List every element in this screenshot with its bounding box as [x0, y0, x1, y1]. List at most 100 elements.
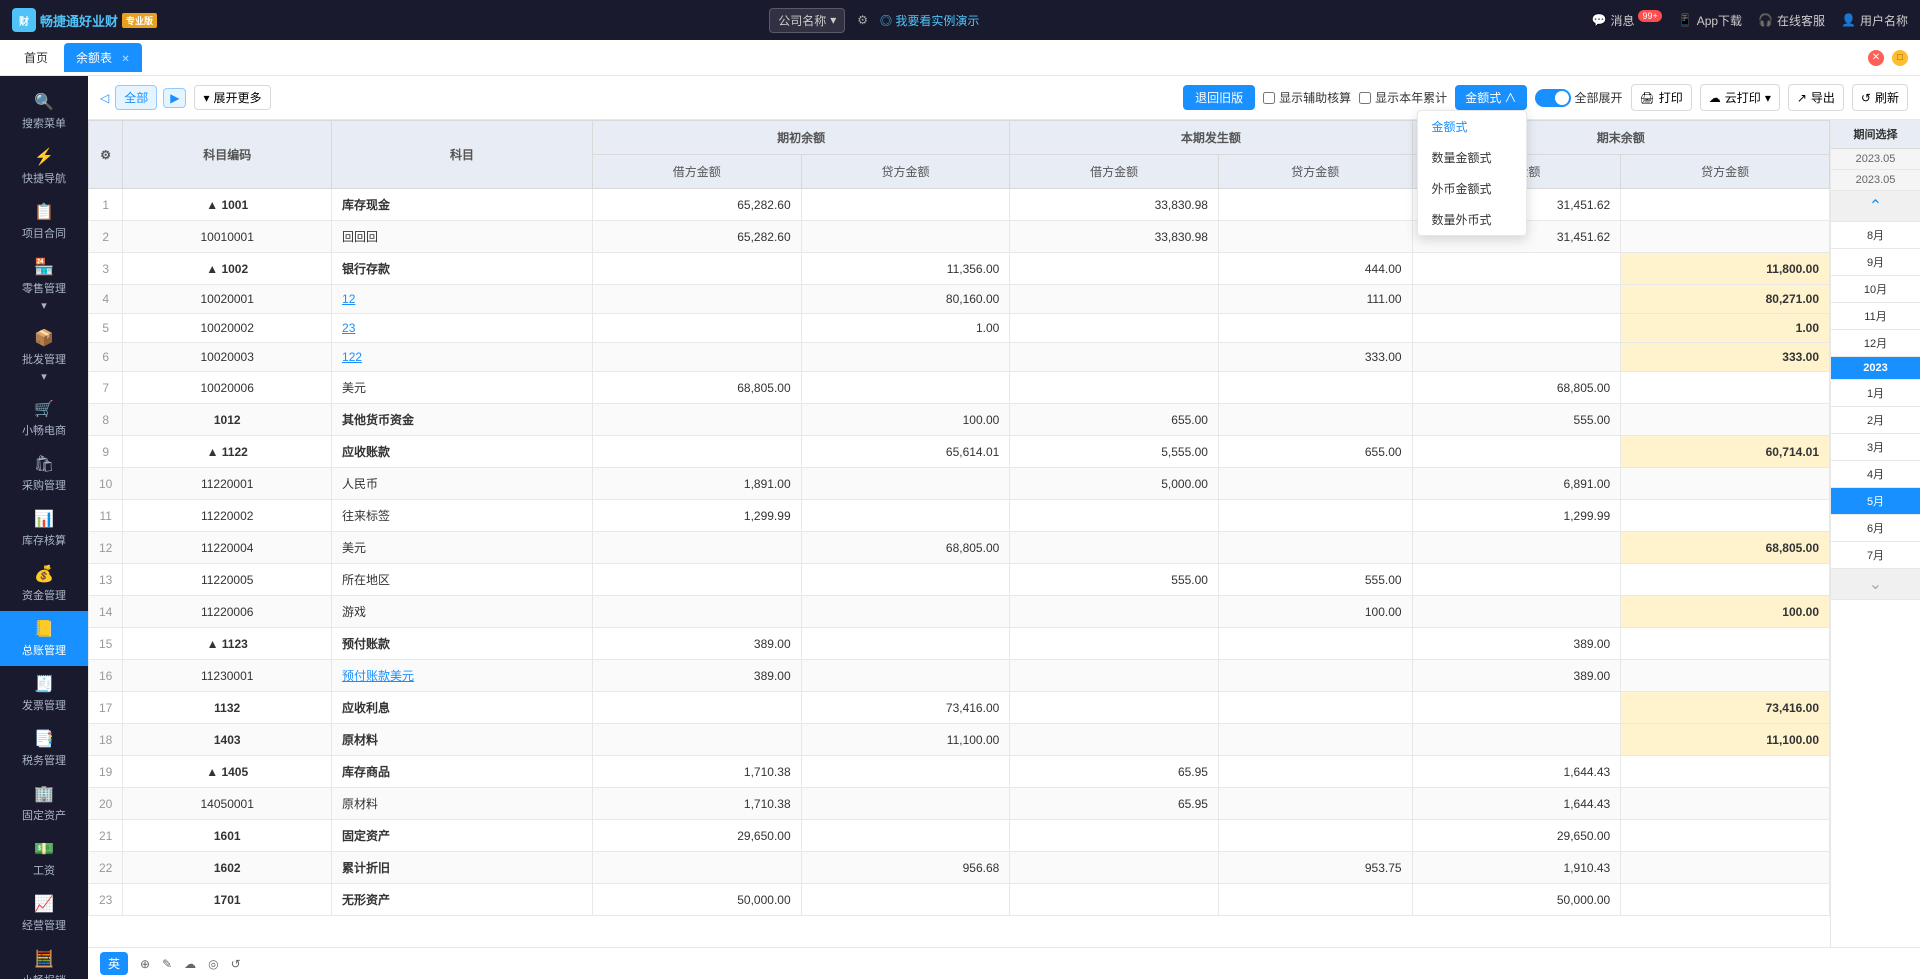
- sidebar-item-inventory[interactable]: 📊 库存核算: [0, 501, 88, 556]
- cloud-btn[interactable]: ☁: [184, 957, 196, 971]
- message-btn[interactable]: 💬 消息 99+: [1592, 12, 1662, 29]
- filter-right-arrow-icon[interactable]: ▶: [163, 88, 186, 108]
- table-row-cell: [1010, 692, 1219, 724]
- back-old-btn[interactable]: 退回旧版: [1183, 85, 1255, 110]
- expand-more-btn[interactable]: ▾ 展开更多: [194, 85, 270, 110]
- annual-checkbox[interactable]: [1359, 92, 1371, 104]
- table-row-no: 3: [89, 253, 123, 285]
- table-row-cell: [1412, 285, 1621, 314]
- sidebar-item-assets[interactable]: 🏢 固定资产: [0, 776, 88, 831]
- table-row-cell: [1621, 660, 1830, 692]
- sidebar-item-retail[interactable]: 🏪 零售管理 ▾: [0, 249, 88, 320]
- table-row-cell: [1218, 692, 1412, 724]
- message-icon: 💬: [1592, 13, 1607, 27]
- undo-btn[interactable]: ↺: [231, 957, 241, 971]
- format-option-amount[interactable]: 金额式: [1418, 111, 1526, 142]
- refresh-btn[interactable]: ↺ 刷新: [1852, 84, 1908, 111]
- sidebar-item-salary[interactable]: 💵 工资: [0, 831, 88, 886]
- service-btn[interactable]: 🎧 在线客服: [1758, 12, 1825, 29]
- sidebar-item-purchase[interactable]: 🛍 采购管理: [0, 446, 88, 501]
- table-row-cell: 65,614.01: [801, 436, 1010, 468]
- sidebar-item-ledger[interactable]: 📒 总账管理: [0, 611, 88, 666]
- table-row-subject: 原材料: [332, 788, 593, 820]
- period-12[interactable]: 12月: [1831, 330, 1920, 357]
- period-nav-down[interactable]: ⌄: [1831, 569, 1920, 600]
- circle-btn[interactable]: ◎: [208, 957, 218, 971]
- company-select[interactable]: 公司名称 ▾: [769, 8, 845, 33]
- table-row-subject: 原材料: [332, 724, 593, 756]
- table-row-subject: 游戏: [332, 596, 593, 628]
- period-3[interactable]: 3月: [1831, 434, 1920, 461]
- wholesale-icon: 📦: [34, 328, 54, 348]
- sidebar-item-search[interactable]: 🔍 搜索菜单: [0, 84, 88, 139]
- sidebar-item-quicknav[interactable]: ⚡ 快捷导航: [0, 139, 88, 194]
- table-row-cell: [1621, 788, 1830, 820]
- format-option-qty-foreign[interactable]: 数量外币式: [1418, 204, 1526, 235]
- expand-all-toggle[interactable]: 全部展开: [1535, 89, 1623, 107]
- period-5[interactable]: 5月: [1831, 488, 1920, 515]
- show-annual-check[interactable]: 显示本年累计: [1359, 89, 1447, 106]
- period-1[interactable]: 1月: [1831, 380, 1920, 407]
- sidebar-item-expense[interactable]: 🧮 小畅报销: [0, 941, 88, 979]
- table-row-subject[interactable]: 23: [332, 314, 593, 343]
- period-nav-up[interactable]: ⌃: [1831, 191, 1920, 222]
- download-btn[interactable]: 📱 App下载: [1678, 12, 1742, 29]
- period-6[interactable]: 6月: [1831, 515, 1920, 542]
- invoice-icon: 🧾: [34, 674, 54, 694]
- table-row-cell: 33,830.98: [1010, 221, 1219, 253]
- chevron-down-icon: ▾: [830, 13, 836, 27]
- settings-icon[interactable]: ⚙: [857, 13, 868, 27]
- demo-link[interactable]: ◎ 我要看实例演示: [880, 12, 979, 29]
- show-auxiliary-check[interactable]: 显示辅助核算: [1263, 89, 1351, 106]
- period-2[interactable]: 2月: [1831, 407, 1920, 434]
- tab-close-icon[interactable]: ✕: [121, 54, 129, 65]
- message-badge: 99+: [1638, 10, 1661, 22]
- expand-all-label: 全部展开: [1575, 89, 1623, 106]
- table-row-subject[interactable]: 预付账款美元: [332, 660, 593, 692]
- tab-home[interactable]: 首页: [12, 43, 60, 72]
- table-row-cell: [1412, 343, 1621, 372]
- tab-home-label: 首页: [24, 51, 48, 65]
- table-container[interactable]: ⚙ 科目编码 科目 期初余额 本期发生额 期末余额 借方金额 贷方金额 借方金额…: [88, 120, 1830, 947]
- format-btn[interactable]: 金额式 ∧: [1455, 85, 1526, 110]
- sidebar-item-tax[interactable]: 📑 税务管理: [0, 721, 88, 776]
- print-btn[interactable]: 🖨 打印: [1631, 84, 1692, 111]
- period-10[interactable]: 10月: [1831, 276, 1920, 303]
- format-dropdown-menu: 金额式 数量金额式 外币金额式 数量外币式: [1417, 110, 1527, 236]
- period-9[interactable]: 9月: [1831, 249, 1920, 276]
- format-option-foreign-amount[interactable]: 外币金额式: [1418, 173, 1526, 204]
- period-4[interactable]: 4月: [1831, 461, 1920, 488]
- win-close-btn[interactable]: ✕: [1868, 50, 1884, 66]
- period-11[interactable]: 11月: [1831, 303, 1920, 330]
- sidebar-item-project[interactable]: 📋 项目合同: [0, 194, 88, 249]
- sidebar-item-invoice[interactable]: 🧾 发票管理: [0, 666, 88, 721]
- toggle-switch-btn[interactable]: [1535, 89, 1571, 107]
- settings-header[interactable]: ⚙: [89, 121, 123, 189]
- add-btn[interactable]: ⊕: [140, 957, 150, 971]
- auxiliary-checkbox[interactable]: [1263, 92, 1275, 104]
- lang-btn[interactable]: 英: [100, 952, 128, 975]
- user-btn[interactable]: 👤 用户名称: [1841, 12, 1908, 29]
- edit-btn[interactable]: ✎: [162, 957, 172, 971]
- table-row-no: 14: [89, 596, 123, 628]
- table-row-subject[interactable]: 12: [332, 285, 593, 314]
- tab-balance[interactable]: 余额表 ✕: [64, 43, 142, 72]
- format-option-qty-amount[interactable]: 数量金额式: [1418, 142, 1526, 173]
- win-maximize-btn[interactable]: □: [1892, 50, 1908, 66]
- cloud-print-btn[interactable]: ☁ 云打印 ▾: [1700, 84, 1780, 111]
- period-7[interactable]: 7月: [1831, 542, 1920, 569]
- sidebar-item-capital[interactable]: 💰 资金管理: [0, 556, 88, 611]
- filter-tag[interactable]: 全部: [115, 85, 157, 110]
- sidebar-item-ecommerce[interactable]: 🛒 小畅电商: [0, 391, 88, 446]
- opening-balance-header: 期初余额: [592, 121, 1009, 155]
- content-area: ◁ 全部 ▶ ▾ 展开更多 退回旧版 显示辅助核算 显示本年累计: [88, 76, 1920, 979]
- chevron-up-icon: ⌃: [1869, 196, 1882, 216]
- table-row-no: 2: [89, 221, 123, 253]
- sidebar-item-wholesale[interactable]: 📦 批发管理 ▾: [0, 320, 88, 391]
- table-row-cell: [801, 372, 1010, 404]
- export-btn[interactable]: ↗ 导出: [1788, 84, 1844, 111]
- table-row-subject[interactable]: 122: [332, 343, 593, 372]
- period-8[interactable]: 8月: [1831, 222, 1920, 249]
- table-row-cell: [801, 343, 1010, 372]
- sidebar-item-management[interactable]: 📈 经营管理: [0, 886, 88, 941]
